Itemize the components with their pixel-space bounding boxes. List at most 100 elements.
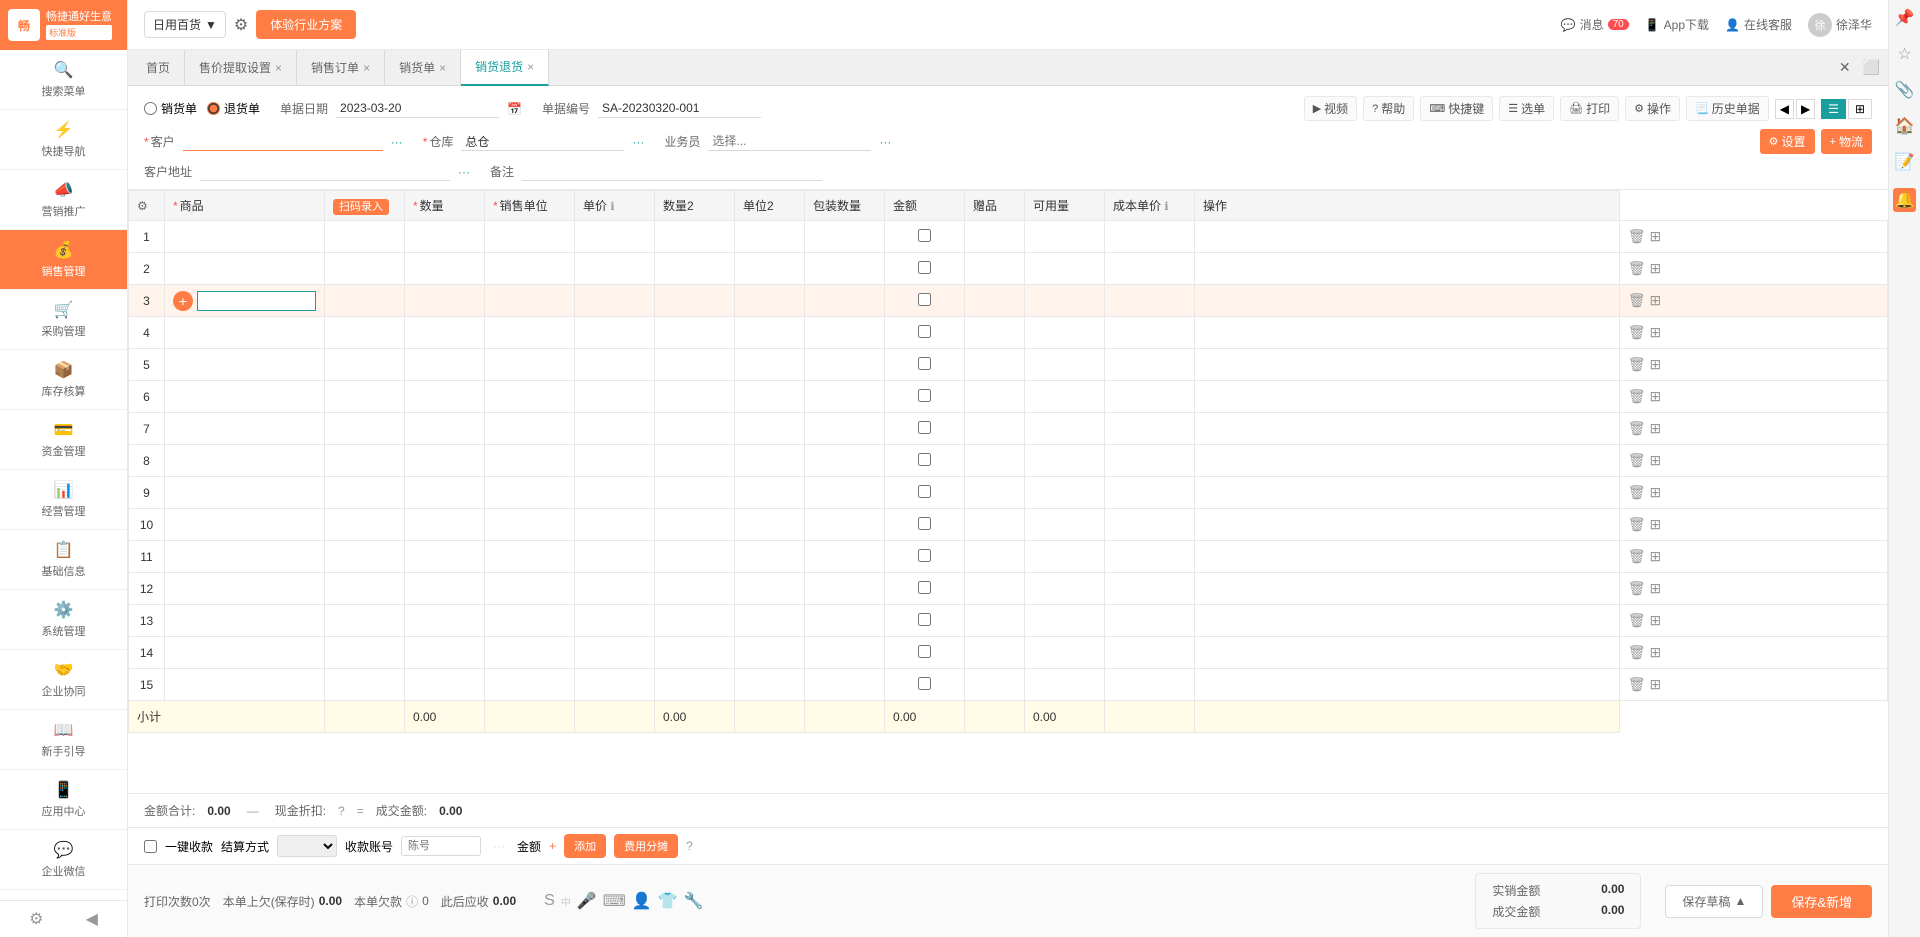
sidebar-item-marketing[interactable]: 📣 营销推广: [0, 170, 127, 230]
cell-product[interactable]: [165, 669, 325, 701]
copy-row-icon[interactable]: ⊞: [1650, 260, 1662, 277]
one-click-checkbox[interactable]: [144, 840, 157, 853]
delete-row-icon[interactable]: 🗑: [1628, 644, 1646, 661]
sidebar-item-finance[interactable]: 💳 资金管理: [0, 410, 127, 470]
video-btn[interactable]: ▶ 视频: [1304, 96, 1357, 121]
expense-help-icon[interactable]: ?: [686, 839, 693, 853]
salesperson-ellipsis-btn[interactable]: ···: [879, 135, 891, 149]
gift-checkbox[interactable]: [918, 229, 931, 242]
copy-row-icon[interactable]: ⊞: [1650, 356, 1662, 373]
product-input[interactable]: [197, 291, 316, 311]
cell-product[interactable]: [165, 573, 325, 605]
gift-checkbox[interactable]: [918, 613, 931, 626]
sidebar-settings-icon[interactable]: ⚙: [29, 909, 43, 929]
sidebar-item-inventory[interactable]: 📦 库存核算: [0, 350, 127, 410]
gift-checkbox[interactable]: [918, 389, 931, 402]
tab-sales-delivery[interactable]: 销货单 ×: [385, 50, 461, 86]
cell-product[interactable]: [165, 477, 325, 509]
copy-row-icon[interactable]: ⊞: [1650, 388, 1662, 405]
sidebar-collapse-icon[interactable]: ◀: [86, 909, 98, 929]
delete-row-icon[interactable]: 🗑: [1628, 356, 1646, 373]
address-input[interactable]: [200, 162, 450, 181]
col-settings-icon[interactable]: ⚙: [137, 199, 148, 213]
view-table-btn[interactable]: ☰: [1821, 99, 1846, 119]
delete-row-icon[interactable]: 🗑: [1628, 260, 1646, 277]
copy-row-icon[interactable]: ⊞: [1650, 612, 1662, 629]
gift-checkbox[interactable]: [918, 421, 931, 434]
tab-price-settings[interactable]: 售价提取设置 ×: [185, 50, 297, 86]
gift-checkbox[interactable]: [918, 581, 931, 594]
gift-checkbox[interactable]: [918, 261, 931, 274]
cell-product[interactable]: [165, 541, 325, 573]
settings-fab[interactable]: ⚙ 设置: [1760, 129, 1815, 154]
sidebar-item-newguide[interactable]: 📖 新手引导: [0, 710, 127, 770]
delete-row-icon[interactable]: 🗑: [1628, 324, 1646, 341]
tab-close-all-btn[interactable]: ✕: [1835, 57, 1855, 78]
delete-row-icon[interactable]: 🗑: [1628, 548, 1646, 565]
shortcut-btn[interactable]: ⌨ 快捷键: [1420, 96, 1493, 121]
company-selector[interactable]: 日用百货 ▼: [144, 11, 226, 38]
tab-sales-return-close-icon[interactable]: ×: [527, 60, 534, 74]
copy-row-icon[interactable]: ⊞: [1650, 324, 1662, 341]
cell-product[interactable]: [165, 221, 325, 253]
operation-btn[interactable]: ⚙ 操作: [1625, 96, 1680, 121]
add-payment-btn[interactable]: 添加: [564, 834, 606, 858]
sidebar-item-purchase[interactable]: 🛒 采购管理: [0, 290, 127, 350]
next-btn[interactable]: ▶: [1796, 99, 1815, 119]
gift-checkbox[interactable]: [918, 549, 931, 562]
gift-checkbox[interactable]: [918, 517, 931, 530]
sidebar-item-appcenter[interactable]: 📱 应用中心: [0, 770, 127, 830]
view-card-btn[interactable]: ⊞: [1848, 99, 1872, 119]
user-profile[interactable]: 徐 徐泽华: [1808, 13, 1872, 37]
copy-row-icon[interactable]: ⊞: [1650, 676, 1662, 693]
add-row-btn[interactable]: +: [173, 291, 193, 311]
sidebar-item-wechat[interactable]: 💬 企业微信: [0, 830, 127, 890]
cell-product[interactable]: [165, 317, 325, 349]
delete-row-icon[interactable]: 🗑: [1628, 292, 1646, 309]
delete-row-icon[interactable]: 🗑: [1628, 612, 1646, 629]
online-service-btn[interactable]: 👤 在线客服: [1725, 16, 1792, 33]
copy-row-icon[interactable]: ⊞: [1650, 484, 1662, 501]
delete-row-icon[interactable]: 🗑: [1628, 420, 1646, 437]
delete-row-icon[interactable]: 🗑: [1628, 452, 1646, 469]
delete-row-icon[interactable]: 🗑: [1628, 580, 1646, 597]
discount-help-icon[interactable]: ?: [338, 804, 345, 818]
tab-sales-return[interactable]: 销货退货 ×: [461, 50, 549, 86]
rp-icon-2[interactable]: ☆: [1897, 44, 1911, 64]
scan-btn[interactable]: 扫码录入: [333, 199, 389, 215]
customer-input[interactable]: [183, 132, 383, 151]
logistics-fab[interactable]: + 物流: [1821, 129, 1872, 154]
sidebar-item-system[interactable]: ⚙️ 系统管理: [0, 590, 127, 650]
salesperson-input[interactable]: [708, 132, 871, 151]
expense-split-btn[interactable]: 费用分摊: [614, 834, 678, 858]
rp-icon-5[interactable]: 📝: [1895, 152, 1915, 172]
message-btn[interactable]: 💬 消息 70: [1561, 16, 1629, 33]
delete-row-icon[interactable]: 🗑: [1628, 676, 1646, 693]
warehouse-ellipsis-btn[interactable]: ···: [632, 135, 644, 149]
gift-checkbox[interactable]: [918, 357, 931, 370]
sidebar-item-enterprise[interactable]: 🤝 企业协同: [0, 650, 127, 710]
tab-sales-order[interactable]: 销售订单 ×: [297, 50, 385, 86]
sidebar-item-search[interactable]: 🔍 搜索菜单: [0, 50, 127, 110]
warehouse-input[interactable]: [461, 132, 624, 151]
rp-icon-3[interactable]: 📎: [1895, 80, 1915, 100]
history-btn[interactable]: 📃 历史单据: [1686, 96, 1769, 121]
rp-icon-1[interactable]: 📌: [1895, 8, 1915, 28]
date-input[interactable]: [336, 99, 499, 118]
address-ellipsis-btn[interactable]: ···: [458, 165, 470, 179]
copy-row-icon[interactable]: ⊞: [1650, 516, 1662, 533]
delete-row-icon[interactable]: 🗑: [1628, 484, 1646, 501]
cell-product[interactable]: [165, 509, 325, 541]
save-draft-btn[interactable]: 保存草稿 ▲: [1665, 885, 1763, 918]
cell-product[interactable]: [165, 413, 325, 445]
cell-product[interactable]: [165, 637, 325, 669]
sidebar-item-sales[interactable]: 💰 销售管理: [0, 230, 127, 290]
radio-return[interactable]: 退货单: [207, 100, 260, 117]
cell-product[interactable]: [165, 253, 325, 285]
delete-row-icon[interactable]: 🗑: [1628, 388, 1646, 405]
sidebar-item-operation[interactable]: 📊 经营管理: [0, 470, 127, 530]
radio-delivery-input[interactable]: [144, 102, 157, 115]
copy-row-icon[interactable]: ⊞: [1650, 452, 1662, 469]
topbar-gear-icon[interactable]: ⚙: [234, 15, 248, 35]
tab-sales-delivery-close-icon[interactable]: ×: [439, 61, 446, 75]
